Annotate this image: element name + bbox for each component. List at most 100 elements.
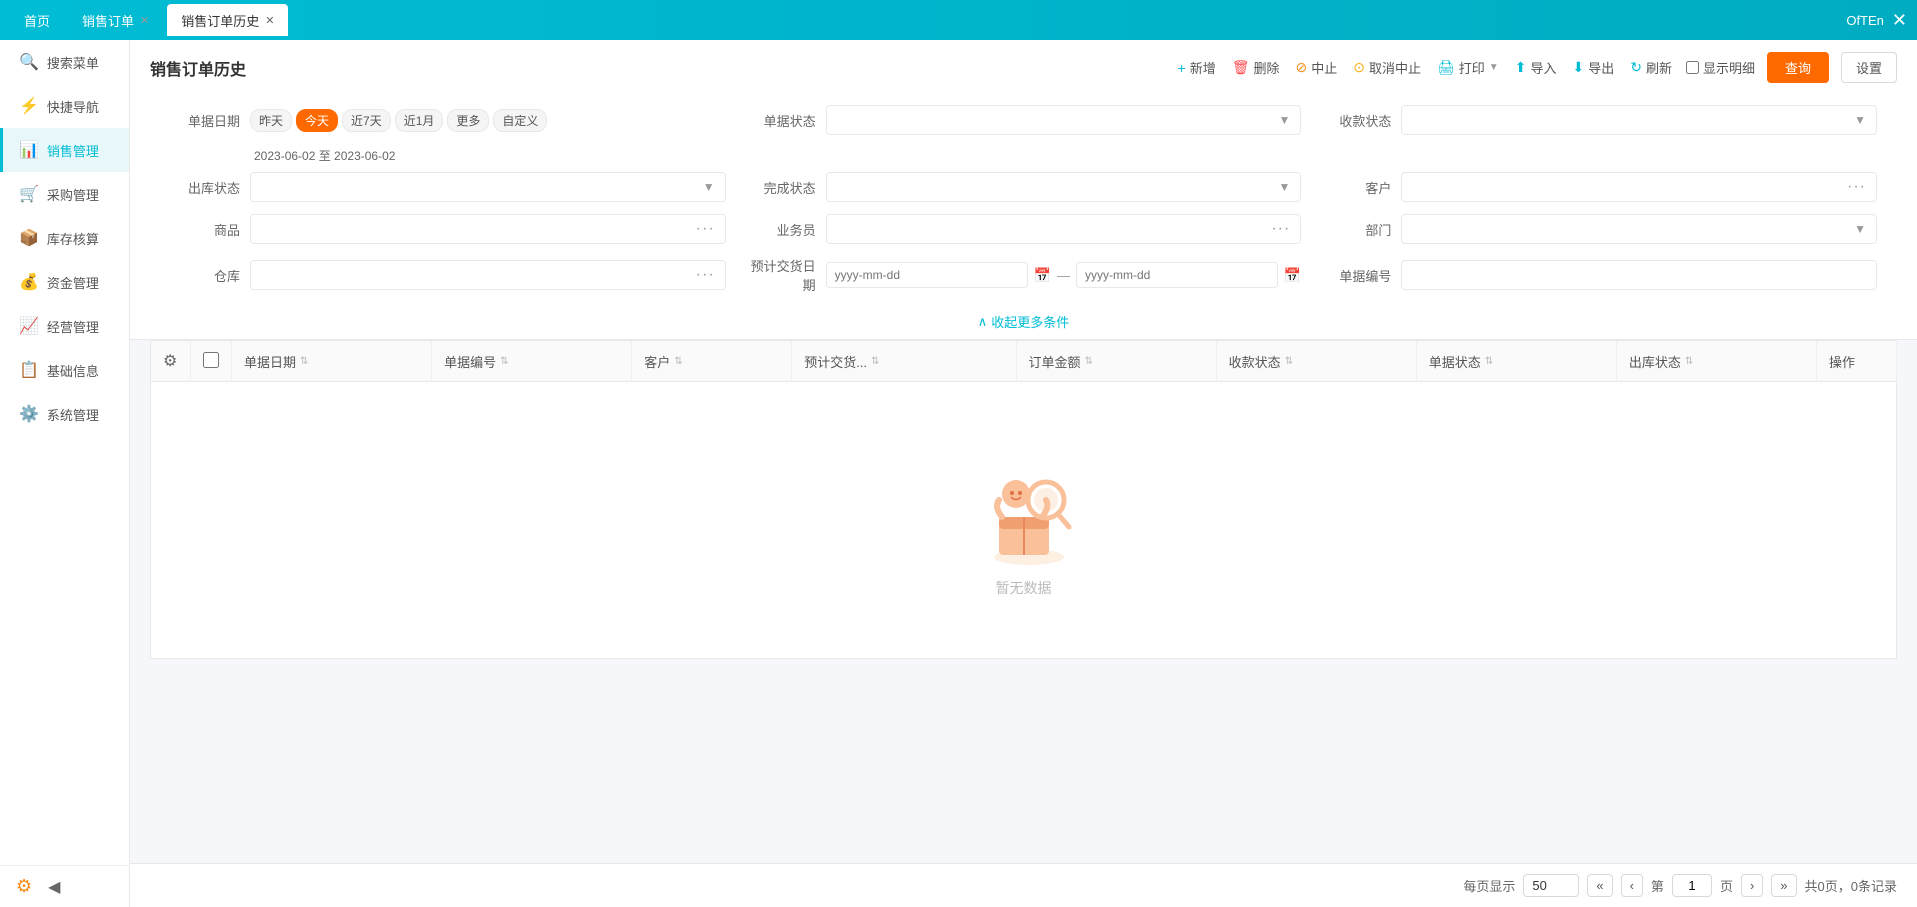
product-input[interactable]: ··· bbox=[250, 214, 726, 244]
show-details-checkbox[interactable] bbox=[1686, 61, 1699, 74]
receipt-status-select[interactable]: ▼ bbox=[1401, 105, 1877, 135]
calendar-to-icon[interactable]: 📅 bbox=[1284, 267, 1301, 284]
th-number[interactable]: 单据编号 ⇅ bbox=[432, 341, 632, 382]
next-page-button[interactable]: › bbox=[1741, 874, 1763, 897]
filter-customer: 客户 ··· bbox=[1321, 172, 1877, 202]
sidebar: 🔍 搜索菜单 ⚡ 快捷导航 📊 销售管理 🛒 采购管理 📦 库存核算 💰 资金管… bbox=[0, 40, 130, 907]
first-page-button[interactable]: « bbox=[1587, 874, 1612, 897]
filter-row-3: 商品 ··· 业务员 ··· 部门 bbox=[170, 214, 1877, 256]
order-number-input[interactable] bbox=[1401, 260, 1877, 290]
close-window-icon[interactable]: ✕ bbox=[1892, 10, 1907, 31]
tab-sales-order[interactable]: 销售订单 ✕ bbox=[68, 4, 163, 36]
sidebar-item-system[interactable]: ⚙️ 系统管理 bbox=[0, 392, 129, 436]
delivery-date-from[interactable] bbox=[826, 262, 1028, 288]
total-text: 共0页，0条记录 bbox=[1805, 876, 1897, 895]
cancel-stop-button[interactable]: ⊙ 取消中止 bbox=[1351, 54, 1423, 81]
badge-yesterday[interactable]: 昨天 bbox=[250, 109, 292, 132]
show-details-checkbox-label[interactable]: 显示明细 bbox=[1686, 58, 1755, 77]
export-button[interactable]: ⬇ 导出 bbox=[1570, 54, 1616, 81]
delivery-date-label: 预计交货日期 bbox=[746, 256, 826, 294]
query-button[interactable]: 查询 bbox=[1767, 52, 1829, 83]
export-icon: ⬇ bbox=[1572, 59, 1584, 76]
sidebar-item-purchase[interactable]: 🛒 采购管理 bbox=[0, 172, 129, 216]
tab-home[interactable]: 首页 bbox=[10, 4, 64, 36]
th-outbound-status[interactable]: 出库状态 ⇅ bbox=[1616, 341, 1816, 382]
close-history-icon[interactable]: ✕ bbox=[265, 14, 274, 27]
sidebar-item-sales[interactable]: 📊 销售管理 bbox=[0, 128, 129, 172]
stop-button[interactable]: ⊘ 中止 bbox=[1294, 54, 1340, 81]
badge-more[interactable]: 更多 bbox=[447, 109, 489, 132]
import-button[interactable]: ⬆ 导入 bbox=[1513, 54, 1559, 81]
filter-completion-status: 完成状态 ▼ bbox=[746, 172, 1302, 202]
filter-salesperson: 业务员 ··· bbox=[746, 214, 1302, 244]
badge-7days[interactable]: 近7天 bbox=[342, 109, 391, 132]
warehouse-input[interactable]: ··· bbox=[250, 260, 726, 290]
department-select[interactable]: ▼ bbox=[1401, 214, 1877, 244]
order-status-select[interactable]: ▼ bbox=[826, 105, 1302, 135]
th-settings: ⚙ bbox=[151, 341, 191, 382]
badge-custom[interactable]: 自定义 bbox=[493, 109, 547, 132]
delivery-date-to[interactable] bbox=[1076, 262, 1278, 288]
salesperson-label: 业务员 bbox=[746, 220, 826, 239]
customer-label: 客户 bbox=[1321, 178, 1401, 197]
print-button[interactable]: 🖨 打印 ▼ bbox=[1435, 54, 1501, 81]
th-receipt-status[interactable]: 收款状态 ⇅ bbox=[1216, 341, 1416, 382]
th-date[interactable]: 单据日期 ⇅ bbox=[232, 341, 432, 382]
pagination-bar: 每页显示 10 20 50 100 « ‹ 第 页 › » 共0页，0条记录 bbox=[130, 863, 1917, 907]
data-table: ⚙ 单据日期 ⇅ 单据编号 bbox=[150, 340, 1897, 659]
outbound-status-select[interactable]: ▼ bbox=[250, 172, 726, 202]
filter-delivery-date: 预计交货日期 📅 — 📅 bbox=[746, 256, 1302, 294]
table-header: ⚙ 单据日期 ⇅ 单据编号 bbox=[151, 341, 1897, 382]
collapse-bar[interactable]: ∧ 收起更多条件 bbox=[170, 306, 1877, 339]
settings-button[interactable]: 设置 bbox=[1841, 52, 1897, 83]
page-title: 销售订单历史 bbox=[150, 56, 246, 80]
prev-page-button[interactable]: ‹ bbox=[1621, 874, 1643, 897]
empty-illustration bbox=[974, 462, 1074, 562]
date-range-display: 2023-06-02 至 2023-06-02 bbox=[170, 147, 726, 164]
table-settings-icon[interactable]: ⚙ bbox=[163, 353, 177, 370]
page-size-select[interactable]: 10 20 50 100 bbox=[1523, 874, 1579, 897]
th-customer[interactable]: 客户 ⇅ bbox=[632, 341, 792, 382]
warehouse-label: 仓库 bbox=[170, 266, 250, 285]
close-sales-order-icon[interactable]: ✕ bbox=[140, 14, 149, 27]
tab-sales-order-history[interactable]: 销售订单历史 ✕ bbox=[167, 4, 288, 36]
top-bar: 首页 销售订单 ✕ 销售订单历史 ✕ OfTEn ✕ bbox=[0, 0, 1917, 40]
date-badge-group: 昨天 今天 近7天 近1月 更多 自定义 bbox=[250, 109, 547, 132]
top-bar-user-text: OfTEn bbox=[1846, 13, 1884, 28]
customer-input[interactable]: ··· bbox=[1401, 172, 1877, 202]
top-bar-right: OfTEn ✕ bbox=[1846, 10, 1907, 31]
badge-today[interactable]: 今天 bbox=[296, 109, 338, 132]
content-area: 销售订单历史 + 新增 🗑 删除 ⊘ 中止 ⊙ bbox=[130, 40, 1917, 907]
th-delivery[interactable]: 预计交货... ⇅ bbox=[792, 341, 1016, 382]
page-number-input[interactable] bbox=[1672, 874, 1712, 897]
sidebar-item-finance[interactable]: 💰 资金管理 bbox=[0, 260, 129, 304]
sidebar-item-quick-nav[interactable]: ⚡ 快捷导航 bbox=[0, 84, 129, 128]
sidebar-item-inventory[interactable]: 📦 库存核算 bbox=[0, 216, 129, 260]
refresh-button[interactable]: ↻ 刷新 bbox=[1628, 54, 1674, 81]
completion-status-select[interactable]: ▼ bbox=[826, 172, 1302, 202]
filter-warehouse: 仓库 ··· bbox=[170, 256, 726, 294]
delete-button[interactable]: 🗑 删除 bbox=[1230, 54, 1282, 81]
department-chevron: ▼ bbox=[1854, 222, 1866, 236]
quick-nav-icon: ⚡ bbox=[19, 96, 39, 116]
filter-date: 单据日期 昨天 今天 近7天 近1月 更多 自定义 bbox=[170, 105, 726, 135]
order-status-label: 单据状态 bbox=[746, 111, 826, 130]
sidebar-collapse-icon[interactable]: ◀ bbox=[48, 877, 60, 897]
empty-text: 暂无数据 bbox=[996, 578, 1052, 598]
sidebar-settings-icon[interactable]: ⚙ bbox=[16, 876, 32, 897]
th-amount[interactable]: 订单金额 ⇅ bbox=[1016, 341, 1216, 382]
new-button[interactable]: + 新增 bbox=[1176, 54, 1218, 81]
calendar-from-icon[interactable]: 📅 bbox=[1034, 267, 1051, 284]
last-page-button[interactable]: » bbox=[1771, 874, 1796, 897]
select-all-checkbox[interactable] bbox=[203, 352, 219, 368]
import-icon: ⬆ bbox=[1515, 59, 1527, 76]
sidebar-item-basic-info[interactable]: 📋 基础信息 bbox=[0, 348, 129, 392]
filter-area: 单据日期 昨天 今天 近7天 近1月 更多 自定义 bbox=[150, 93, 1897, 339]
sort-date-icon: ⇅ bbox=[300, 356, 308, 367]
salesperson-input[interactable]: ··· bbox=[826, 214, 1302, 244]
th-order-status[interactable]: 单据状态 ⇅ bbox=[1416, 341, 1616, 382]
sidebar-item-search-menu[interactable]: 🔍 搜索菜单 bbox=[0, 40, 129, 84]
product-dots-icon: ··· bbox=[696, 220, 715, 238]
badge-1month[interactable]: 近1月 bbox=[395, 109, 444, 132]
sidebar-item-operations[interactable]: 📈 经营管理 bbox=[0, 304, 129, 348]
